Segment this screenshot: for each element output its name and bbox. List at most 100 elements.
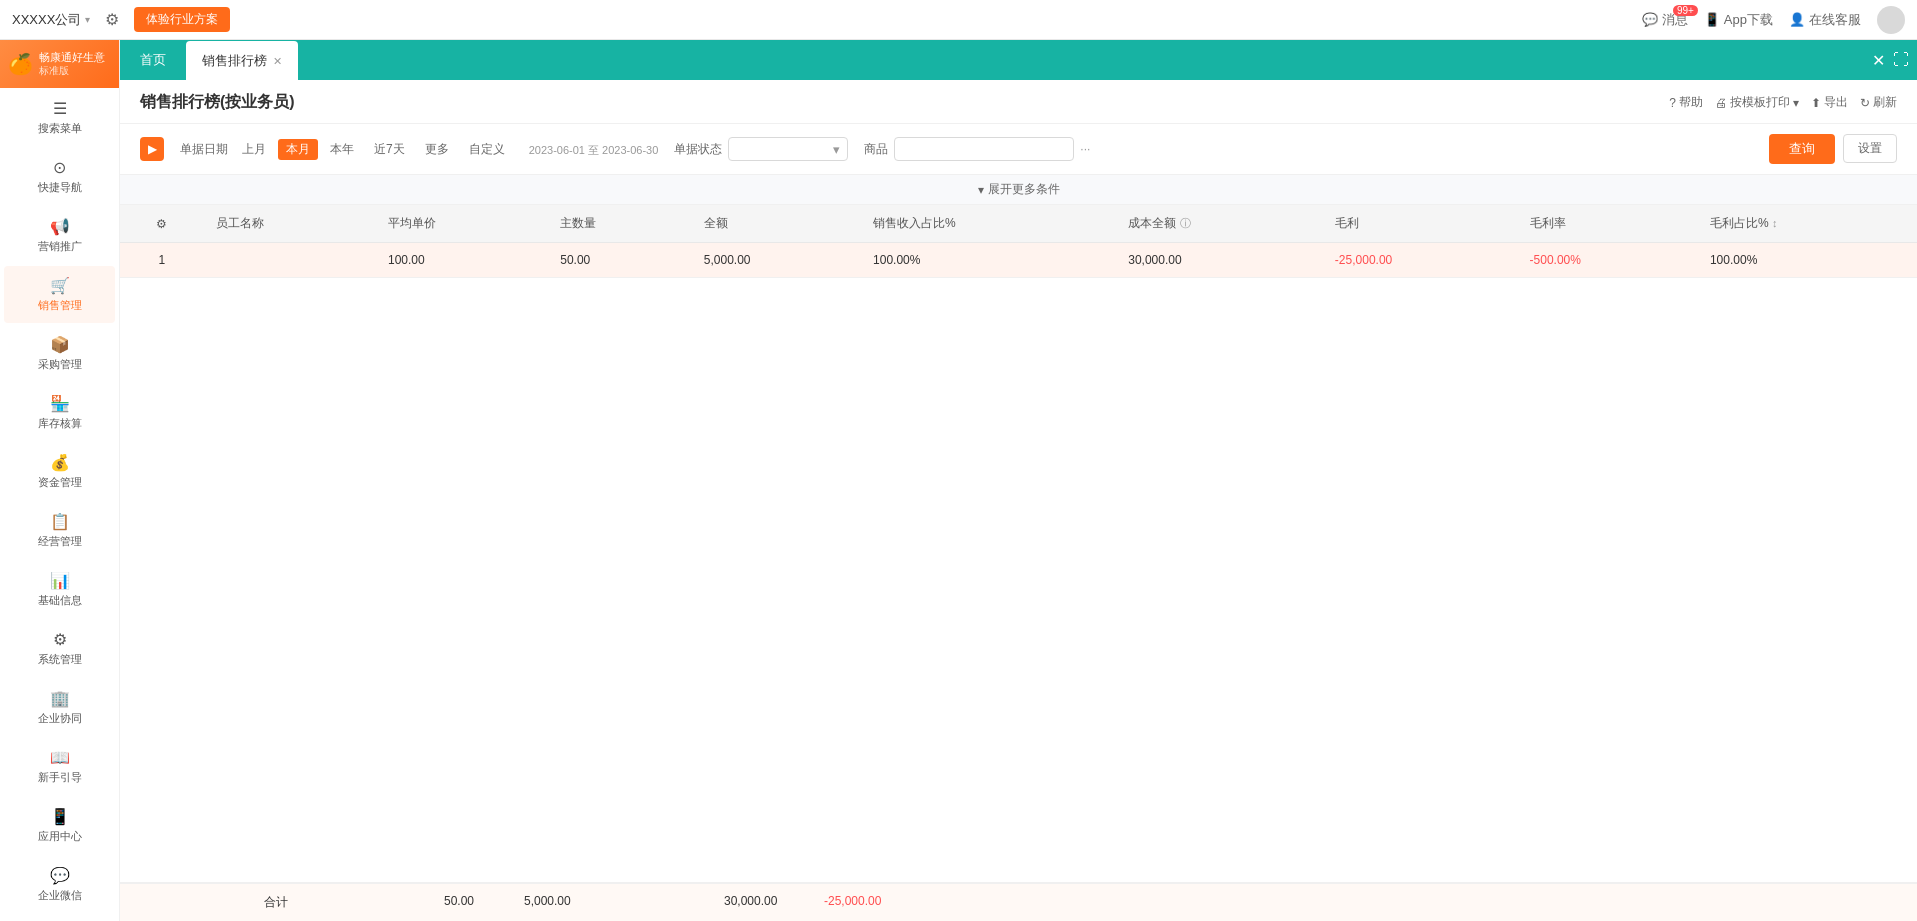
sidebar-item-quicknav[interactable]: ⊙ 快捷导航 bbox=[4, 148, 115, 205]
table-row: 1 100.00 50.00 5,000.00 100.00% 30,000.0… bbox=[120, 243, 1917, 278]
sidebar-label-search: 搜索菜单 bbox=[38, 121, 82, 136]
status-filter-group: 单据状态 bbox=[674, 137, 848, 161]
print-icon: 🖨 bbox=[1715, 96, 1727, 110]
cell-gross: -25,000.00 bbox=[1323, 243, 1518, 278]
sidebar-item-sales[interactable]: 🛒 销售管理 bbox=[4, 266, 115, 323]
trial-button[interactable]: 体验行业方案 bbox=[134, 7, 230, 32]
export-button[interactable]: ⬆ 导出 bbox=[1811, 94, 1848, 111]
ranking-table: ⚙ 员工名称 平均单价 主数量 全额 销售收入占比% 成本全额 ⓘ 毛利 毛利率… bbox=[120, 205, 1917, 278]
goods-filter-label: 商品 bbox=[864, 141, 888, 158]
date-tab-this-year[interactable]: 本年 bbox=[322, 139, 362, 160]
export-icon: ⬆ bbox=[1811, 96, 1821, 110]
cell-name bbox=[204, 243, 376, 278]
appcenter-icon: 📱 bbox=[50, 807, 70, 826]
tab-sales-ranking[interactable]: 销售排行榜 ✕ bbox=[186, 41, 298, 81]
refresh-button[interactable]: ↻ 刷新 bbox=[1860, 94, 1897, 111]
query-button[interactable]: 查询 bbox=[1769, 134, 1835, 164]
tab-sales-ranking-label: 销售排行榜 bbox=[202, 52, 267, 70]
cell-sales-pct: 100.00% bbox=[861, 243, 1116, 278]
company-selector[interactable]: XXXXX公司 ▾ bbox=[12, 11, 90, 29]
date-tab-this-month[interactable]: 本月 bbox=[278, 139, 318, 160]
sidebar-item-guide[interactable]: 📖 新手引导 bbox=[4, 738, 115, 795]
gross-pct-info-icon[interactable]: ↕ bbox=[1772, 217, 1778, 229]
settings-button[interactable]: 设置 bbox=[1843, 134, 1897, 163]
cost-info-icon[interactable]: ⓘ bbox=[1180, 217, 1191, 229]
footer-avg-price bbox=[352, 894, 432, 911]
tab-close-icon[interactable]: ✕ bbox=[273, 55, 282, 68]
sidebar-label-enterprise: 企业协同 bbox=[38, 711, 82, 726]
logo-icon: 🍊 bbox=[8, 52, 33, 76]
status-select[interactable] bbox=[728, 137, 848, 161]
filter-row: ▶ 单据日期 上月 本月 本年 近7天 更多 自定义 2023-06-01 至 … bbox=[120, 124, 1917, 175]
filter-more-icon[interactable]: ··· bbox=[1080, 142, 1090, 156]
page-title: 销售排行榜(按业务员) bbox=[140, 92, 295, 113]
col-sales-pct: 销售收入占比% bbox=[861, 205, 1116, 243]
message-button[interactable]: 💬 消息 99+ bbox=[1642, 11, 1688, 29]
purchase-icon: 📦 bbox=[50, 335, 70, 354]
sidebar-label-finance: 资金管理 bbox=[38, 475, 82, 490]
table-body: 1 100.00 50.00 5,000.00 100.00% 30,000.0… bbox=[120, 243, 1917, 278]
inventory-icon: 🏪 bbox=[50, 394, 70, 413]
app-download-button[interactable]: 📱 App下载 bbox=[1704, 11, 1773, 29]
system-icon: ⚙ bbox=[53, 630, 67, 649]
cell-avg-price: 100.00 bbox=[376, 243, 548, 278]
help-button[interactable]: ? 帮助 bbox=[1669, 94, 1703, 111]
sidebar-item-search[interactable]: ☰ 搜索菜单 bbox=[4, 89, 115, 146]
search-menu-icon: ☰ bbox=[53, 99, 67, 118]
footer-amount: 5,000.00 bbox=[512, 894, 612, 911]
sidebar-item-appcenter[interactable]: 📱 应用中心 bbox=[4, 797, 115, 854]
page-title-row: 销售排行榜(按业务员) ? 帮助 🖨 按模板打印 ▾ ⬆ bbox=[140, 92, 1897, 123]
sidebar-item-enterprise[interactable]: 🏢 企业协同 bbox=[4, 679, 115, 736]
sidebar-label-quicknav: 快捷导航 bbox=[38, 180, 82, 195]
chevron-down-icon: ▾ bbox=[85, 14, 90, 25]
sidebar-item-operations[interactable]: 📋 经营管理 bbox=[4, 502, 115, 559]
marketing-icon: 📢 bbox=[50, 217, 70, 236]
sidebar-item-inventory[interactable]: 🏪 库存核算 bbox=[4, 384, 115, 441]
sidebar-label-inventory: 库存核算 bbox=[38, 416, 82, 431]
sidebar-item-member[interactable]: ◇ 畅会员 bbox=[4, 915, 115, 921]
tab-home[interactable]: 首页 bbox=[120, 40, 186, 80]
header-right: 💬 消息 99+ 📱 App下载 👤 在线客服 bbox=[1642, 6, 1905, 34]
footer-sales-pct bbox=[612, 894, 712, 911]
settings-icon[interactable]: ⚙ bbox=[98, 6, 126, 34]
goods-filter-group: 商品 ··· bbox=[864, 137, 1090, 161]
date-filter-group: 单据日期 上月 本月 本年 近7天 更多 自定义 bbox=[180, 139, 513, 160]
top-header: XXXXX公司 ▾ ⚙ 体验行业方案 💬 消息 99+ 📱 App下载 👤 在线… bbox=[0, 0, 1917, 40]
tab-maximize-icon[interactable]: ⛶ bbox=[1893, 51, 1909, 69]
sidebar-item-wechat[interactable]: 💬 企业微信 bbox=[4, 856, 115, 913]
sidebar-item-marketing[interactable]: 📢 营销推广 bbox=[4, 207, 115, 264]
sidebar-item-basicinfo[interactable]: 📊 基础信息 bbox=[4, 561, 115, 618]
print-button[interactable]: 🖨 按模板打印 ▾ bbox=[1715, 94, 1799, 111]
sidebar-item-system[interactable]: ⚙ 系统管理 bbox=[4, 620, 115, 677]
col-cost: 成本全额 ⓘ bbox=[1116, 205, 1323, 243]
company-name: XXXXX公司 bbox=[12, 11, 81, 29]
logo-text: 畅康通好生意 bbox=[39, 50, 105, 64]
goods-input[interactable] bbox=[894, 137, 1074, 161]
col-amount: 全额 bbox=[692, 205, 861, 243]
col-settings[interactable]: ⚙ bbox=[120, 205, 204, 243]
tab-minimize-icon[interactable]: ✕ bbox=[1872, 51, 1885, 70]
expand-more-row: ▾ 展开更多条件 bbox=[120, 175, 1917, 205]
online-service-button[interactable]: 👤 在线客服 bbox=[1789, 11, 1861, 29]
service-label: 在线客服 bbox=[1809, 11, 1861, 29]
message-badge: 99+ bbox=[1673, 5, 1698, 16]
sidebar-item-purchase[interactable]: 📦 采购管理 bbox=[4, 325, 115, 382]
avatar[interactable] bbox=[1877, 6, 1905, 34]
date-tab-custom[interactable]: 自定义 bbox=[461, 139, 513, 160]
col-main-qty: 主数量 bbox=[548, 205, 692, 243]
sidebar-label-sales: 销售管理 bbox=[38, 298, 82, 313]
quick-nav-icon: ⊙ bbox=[53, 158, 66, 177]
date-filter-label: 单据日期 bbox=[180, 141, 228, 158]
sidebar-label-system: 系统管理 bbox=[38, 652, 82, 667]
footer-cost: 30,000.00 bbox=[712, 894, 812, 911]
date-tabs: 上月 本月 本年 近7天 更多 自定义 bbox=[234, 139, 513, 160]
date-tab-more[interactable]: 更多 bbox=[417, 139, 457, 160]
sidebar-item-finance[interactable]: 💰 资金管理 bbox=[4, 443, 115, 500]
sidebar-label-marketing: 营销推广 bbox=[38, 239, 82, 254]
date-tab-7days[interactable]: 近7天 bbox=[366, 139, 413, 160]
table-header: ⚙ 员工名称 平均单价 主数量 全额 销售收入占比% 成本全额 ⓘ 毛利 毛利率… bbox=[120, 205, 1917, 243]
date-tab-last-month[interactable]: 上月 bbox=[234, 139, 274, 160]
sidebar: 🍊 畅康通好生意 标准版 ☰ 搜索菜单 ⊙ 快捷导航 📢 营销推广 🛒 销售管理… bbox=[0, 40, 120, 921]
filter-toggle-button[interactable]: ▶ bbox=[140, 137, 164, 161]
expand-more-button[interactable]: ▾ 展开更多条件 bbox=[978, 181, 1060, 198]
